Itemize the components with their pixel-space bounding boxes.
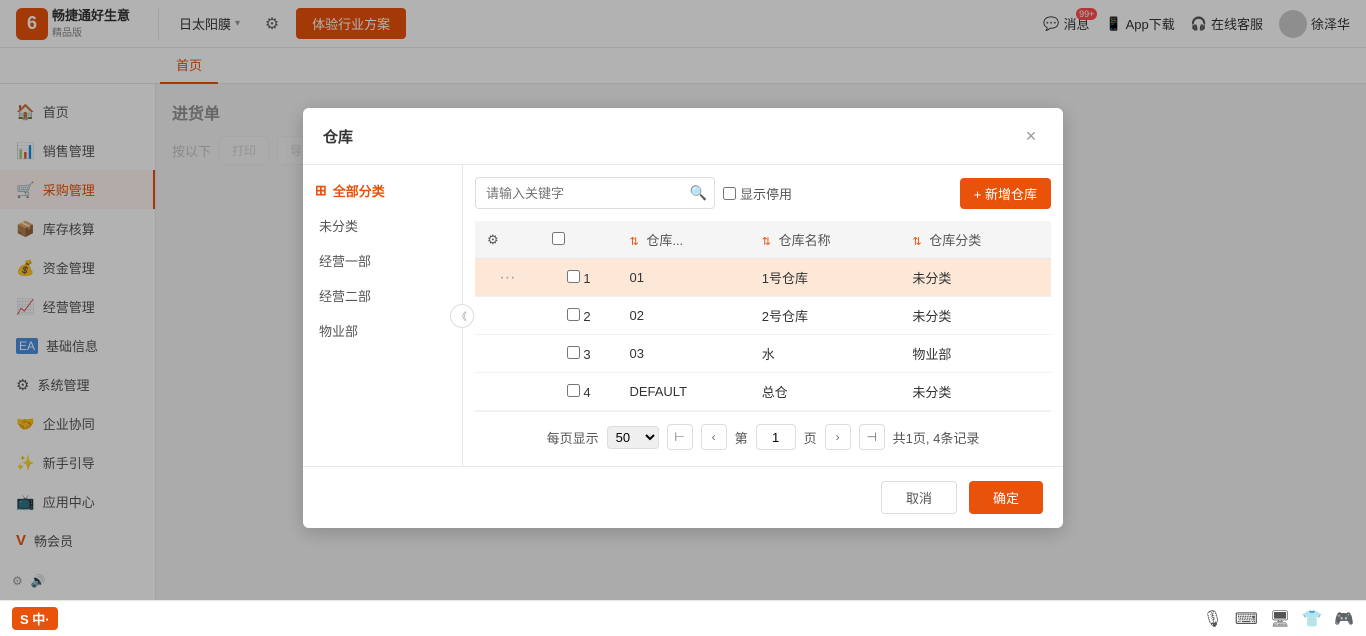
row-name-1: 1号仓库: [750, 259, 901, 297]
row-category-1: 未分类: [900, 259, 1051, 297]
controller-icon[interactable]: 🎮: [1334, 609, 1354, 629]
all-categories-label: 全部分类: [333, 181, 385, 200]
row-name-4: 总仓: [750, 373, 901, 411]
grid-icon: ⊞: [315, 182, 327, 199]
col-code-label: 仓库...: [646, 233, 683, 248]
row-code-1: 01: [617, 259, 749, 297]
bottom-logo-text: S 中·: [20, 609, 50, 628]
monitor-icon[interactable]: 🖥: [1270, 609, 1290, 629]
all-categories-button[interactable]: ⊞ 全部分类: [303, 173, 462, 208]
row-code-2: 02: [617, 297, 749, 335]
row-checkbox-2[interactable]: [567, 308, 580, 321]
col-code: ⇅ 仓库...: [617, 221, 749, 259]
warehouse-panel: 🔍 显示停用 + 新增仓库 ⚙: [463, 165, 1063, 466]
mic-icon[interactable]: 🎙: [1202, 609, 1222, 629]
table-row[interactable]: ··· 4 DEFAULT 总仓 未分类: [475, 373, 1051, 411]
next-page-button[interactable]: ›: [825, 424, 851, 450]
cancel-button[interactable]: 取消: [881, 481, 957, 514]
sort-category-icon: ⇅: [912, 236, 921, 248]
row-code-3: 03: [617, 335, 749, 373]
row-category-4: 未分类: [900, 373, 1051, 411]
col-name-label: 仓库名称: [779, 233, 831, 248]
row-name-3: 水: [750, 335, 901, 373]
sort-code-icon: ⇅: [629, 236, 638, 248]
row-checkbox-4[interactable]: [567, 384, 580, 397]
confirm-button[interactable]: 确定: [969, 481, 1043, 514]
row-category-2: 未分类: [900, 297, 1051, 335]
page-input[interactable]: [756, 424, 796, 450]
row-code-4: DEFAULT: [617, 373, 749, 411]
bottom-bar: S 中· 🎙 ⌨ 🖥 👕 🎮: [0, 600, 1366, 636]
keyboard-icon[interactable]: ⌨: [1235, 609, 1258, 629]
table-header-row: ⚙ ⇅ 仓库... ⇅ 仓库名称: [475, 221, 1051, 259]
row-checkbox-3[interactable]: [567, 346, 580, 359]
warehouse-table: ⚙ ⇅ 仓库... ⇅ 仓库名称: [475, 221, 1051, 411]
last-page-button[interactable]: ⊣: [859, 424, 885, 450]
table-container: ⚙ ⇅ 仓库... ⇅ 仓库名称: [475, 221, 1051, 411]
modal-body: ⊞ 全部分类 未分类 经营一部 经营二部 物业部 《 🔍: [303, 165, 1063, 466]
row-more-2[interactable]: ···: [475, 297, 540, 335]
total-records: 共1页, 4条记录: [893, 428, 980, 447]
first-page-button[interactable]: ⊢: [667, 424, 693, 450]
prev-page-button[interactable]: ‹: [701, 424, 727, 450]
table-body: ··· 1 01 1号仓库 未分类 ···: [475, 259, 1051, 411]
table-row[interactable]: ··· 1 01 1号仓库 未分类: [475, 259, 1051, 297]
bottom-icons: 🎙 ⌨ 🖥 👕 🎮: [1202, 609, 1354, 629]
bottom-logo: S 中·: [12, 607, 58, 630]
category-item-property[interactable]: 物业部: [303, 313, 462, 348]
page-label: 页: [804, 428, 817, 447]
row-more-1[interactable]: ···: [475, 259, 540, 297]
shirt-icon[interactable]: 👕: [1302, 609, 1322, 629]
modal-close-button[interactable]: ×: [1019, 124, 1043, 148]
pagination-bar: 每页显示 50 100 200 ⊢ ‹ 第 页 › ⊣ 共1页, 4条记录: [475, 411, 1051, 454]
row-num-1: 1: [540, 259, 618, 297]
collapse-panel-button[interactable]: 《: [450, 304, 474, 328]
search-wrap: 🔍: [475, 177, 715, 209]
select-all-checkbox[interactable]: [552, 232, 565, 245]
col-category-label: 仓库分类: [929, 233, 981, 248]
row-more-4[interactable]: ···: [475, 373, 540, 411]
search-input[interactable]: [475, 177, 715, 209]
panel-toolbar: 🔍 显示停用 + 新增仓库: [475, 177, 1051, 209]
row-num-4: 4: [540, 373, 618, 411]
per-page-label: 每页显示: [547, 428, 599, 447]
sort-name-icon: ⇅: [762, 236, 771, 248]
col-name: ⇅ 仓库名称: [750, 221, 901, 259]
col-settings: ⚙: [475, 221, 540, 259]
modal-header: 仓库 ×: [303, 108, 1063, 165]
table-row[interactable]: ··· 2 02 2号仓库 未分类: [475, 297, 1051, 335]
modal-overlay: 仓库 × ⊞ 全部分类 未分类 经营一部 经营二部 物业部 《: [0, 0, 1366, 636]
row-more-3[interactable]: ···: [475, 335, 540, 373]
search-icon[interactable]: 🔍: [690, 185, 707, 202]
row-name-2: 2号仓库: [750, 297, 901, 335]
show-disabled-label: 显示停用: [740, 184, 792, 203]
category-item-unclassified[interactable]: 未分类: [303, 208, 462, 243]
category-item-dept2[interactable]: 经营二部: [303, 278, 462, 313]
modal-footer: 取消 确定: [303, 466, 1063, 528]
col-category: ⇅ 仓库分类: [900, 221, 1051, 259]
table-row[interactable]: ··· 3 03 水 物业部: [475, 335, 1051, 373]
row-num-3: 3: [540, 335, 618, 373]
warehouse-modal: 仓库 × ⊞ 全部分类 未分类 经营一部 经营二部 物业部 《: [303, 108, 1063, 528]
modal-title: 仓库: [323, 126, 353, 147]
col-checkbox: [540, 221, 618, 259]
row-checkbox-1[interactable]: [567, 270, 580, 283]
page-text: 第: [735, 428, 748, 447]
row-num-2: 2: [540, 297, 618, 335]
row-category-3: 物业部: [900, 335, 1051, 373]
add-warehouse-button[interactable]: + 新增仓库: [960, 178, 1051, 209]
show-disabled-checkbox[interactable]: [723, 187, 736, 200]
table-head: ⚙ ⇅ 仓库... ⇅ 仓库名称: [475, 221, 1051, 259]
category-item-dept1[interactable]: 经营一部: [303, 243, 462, 278]
category-panel: ⊞ 全部分类 未分类 经营一部 经营二部 物业部 《: [303, 165, 463, 466]
show-disabled-wrap: 显示停用: [723, 184, 792, 203]
per-page-select[interactable]: 50 100 200: [607, 426, 659, 449]
